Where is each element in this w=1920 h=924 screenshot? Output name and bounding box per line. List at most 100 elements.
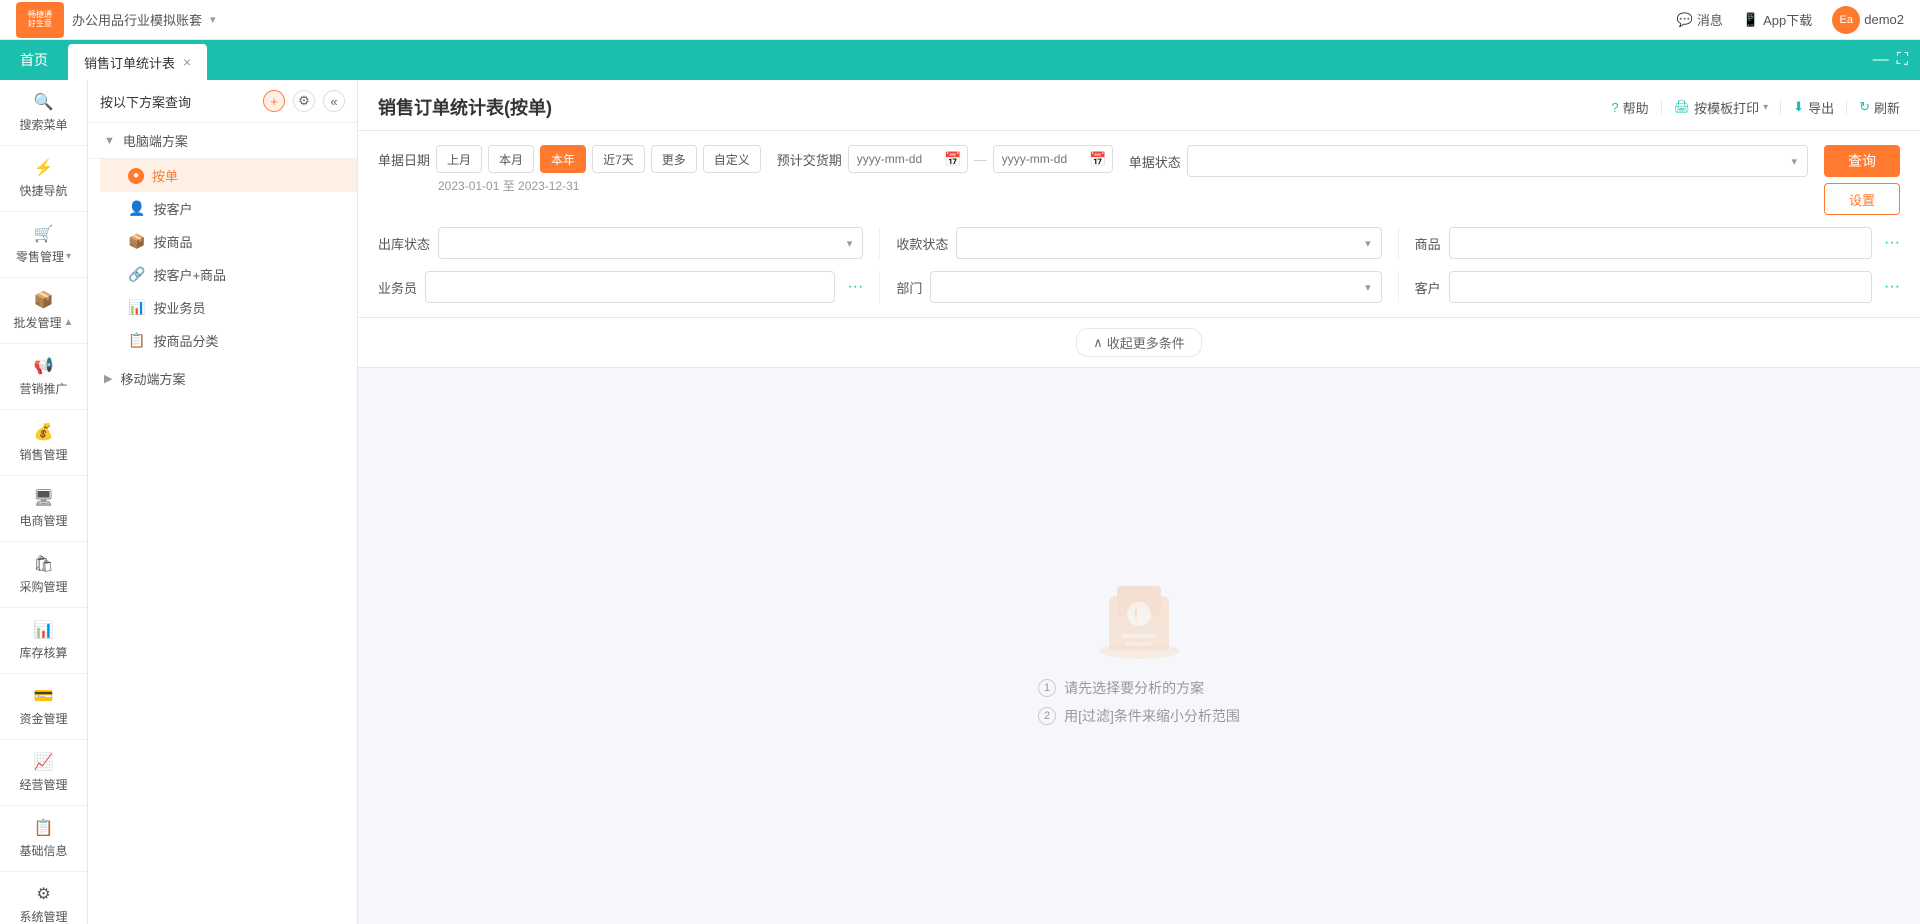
dept-arrow-icon: ▾	[1365, 281, 1371, 294]
biz-mgmt-icon: 📈	[34, 752, 54, 772]
wholesale-mgmt-icon: 📦	[34, 290, 54, 310]
empty-tips: 1 请先选择要分析的方案 2 用[过滤]条件来缩小分析范围	[1038, 678, 1240, 726]
date-filter-buttons: 单据日期 上月 本月 本年 近7天 更多 自定义	[378, 145, 761, 173]
print-arrow-icon: ▾	[1763, 102, 1768, 113]
sidebar-item-purchase[interactable]: 🛍 采购管理	[0, 542, 87, 608]
workspace-name: 办公用品行业模拟账套	[72, 10, 202, 29]
template-print-btn[interactable]: 🖨 按模板打印 ▾	[1674, 98, 1769, 117]
dept-select[interactable]: ▾	[930, 271, 1381, 303]
sidebar-item-quick-nav[interactable]: ⚡ 快捷导航	[0, 146, 87, 212]
filter-section: 单据日期 上月 本月 本年 近7天 更多 自定义 2023-01-01 至 20…	[358, 131, 1920, 318]
more-btn[interactable]: 更多	[651, 145, 697, 173]
customer-label: 客户	[1415, 278, 1441, 297]
sidebar-item-finance[interactable]: 💳 资金管理	[0, 674, 87, 740]
by-order-label: 按单	[152, 166, 178, 185]
tree-mobile-section[interactable]: ▶ 移动端方案	[88, 361, 357, 396]
mobile-section-expand-icon: ▶	[104, 372, 112, 385]
sidebar-item-ecommerce[interactable]: 🖥 电商管理	[0, 476, 87, 542]
salesperson-group: 业务员 ···	[378, 271, 880, 303]
message-btn[interactable]: 💬 消息	[1677, 10, 1723, 29]
filter-row3: 业务员 ··· 部门 ▾ 客户 ···	[378, 271, 1900, 303]
divider3	[1846, 100, 1847, 114]
salesperson-more-icon[interactable]: ···	[847, 278, 863, 296]
sidebar-item-search-menu[interactable]: 🔍 搜索菜单	[0, 80, 87, 146]
left-panel-header: 按以下方案查询 + ⚙ «	[88, 80, 357, 123]
quick-nav-icon: ⚡	[34, 158, 54, 178]
setting-scheme-btn[interactable]: ⚙	[293, 90, 315, 112]
filter-row1: 单据日期 上月 本月 本年 近7天 更多 自定义 2023-01-01 至 20…	[378, 145, 1900, 215]
tab-home[interactable]: 首页	[0, 40, 68, 80]
refresh-btn[interactable]: ↻ 刷新	[1859, 98, 1900, 117]
this-month-btn[interactable]: 本月	[488, 145, 534, 173]
tree-child-by-customer[interactable]: 👤 按客户	[100, 192, 357, 225]
empty-illustration: !	[1079, 566, 1199, 666]
logo: 畅捷通 好生意	[16, 2, 64, 38]
last-7days-btn[interactable]: 近7天	[592, 145, 645, 173]
tree-child-by-product-cat[interactable]: 📋 按商品分类	[100, 324, 357, 357]
calendar-end-icon: 📅	[1089, 151, 1106, 168]
svg-text:!: !	[1134, 606, 1138, 622]
date-label: 单据日期	[378, 150, 430, 169]
sys-mgmt-icon: ⚙	[36, 884, 50, 904]
this-year-btn[interactable]: 本年	[540, 145, 586, 173]
workspace-arrow-icon[interactable]: ▾	[210, 13, 216, 26]
export-btn[interactable]: ⬇ 导出	[1793, 98, 1834, 117]
payment-status-select[interactable]: ▾	[956, 227, 1381, 259]
by-product-icon: 📦	[128, 233, 145, 250]
minimize-btn[interactable]: —	[1873, 51, 1889, 69]
salesperson-input[interactable]	[425, 271, 835, 303]
by-customer-icon: 👤	[128, 200, 145, 217]
last-month-btn[interactable]: 上月	[436, 145, 482, 173]
right-panel: 销售订单统计表(按单) ? 帮助 🖨 按模板打印 ▾ ⬇	[358, 80, 1920, 924]
by-product-cat-label: 按商品分类	[153, 331, 218, 350]
tab-close-icon[interactable]: ×	[183, 54, 191, 70]
sidebar-item-marketing[interactable]: 📢 营销推广	[0, 344, 87, 410]
sidebar-item-inventory[interactable]: 📊 库存核算	[0, 608, 87, 674]
sidebar-item-wholesale-mgmt[interactable]: 📦 批发管理 ▲	[0, 278, 87, 344]
sidebar-item-basic-info[interactable]: 📋 基础信息	[0, 806, 87, 872]
customer-input[interactable]	[1449, 271, 1872, 303]
ship-status-select[interactable]: ▾	[438, 227, 863, 259]
tree-child-by-order[interactable]: ● 按单	[100, 159, 357, 192]
app-download-btn[interactable]: 📱 App下载	[1743, 10, 1812, 29]
sidebar-item-biz-mgmt[interactable]: 📈 经营管理	[0, 740, 87, 806]
sidebar-item-sys-mgmt[interactable]: ⚙ 系统管理	[0, 872, 87, 924]
expected-date-group: 预计交货期 📅 — 📅	[777, 145, 1113, 173]
tab-active[interactable]: 销售订单统计表 ×	[68, 44, 207, 80]
tree-child-by-product[interactable]: 📦 按商品	[100, 225, 357, 258]
query-btn[interactable]: 查询	[1824, 145, 1900, 177]
date-separator: —	[974, 152, 987, 167]
help-btn[interactable]: ? 帮助	[1611, 98, 1648, 117]
product-label: 商品	[1415, 234, 1441, 253]
main-layout: 🔍 搜索菜单 ⚡ 快捷导航 🛒 零售管理 ▾ 📦 批发管理 ▲ 📢 营销推广	[0, 80, 1920, 924]
by-product-label: 按商品	[153, 232, 192, 251]
empty-tip2: 2 用[过滤]条件来缩小分析范围	[1038, 706, 1240, 726]
collapse-conditions-btn[interactable]: ∧ 收起更多条件	[1076, 328, 1202, 357]
tabbar: 首页 销售订单统计表 × — ⛶	[0, 40, 1920, 80]
collapse-panel-btn[interactable]: «	[323, 90, 345, 112]
left-panel: 按以下方案查询 + ⚙ « ▼ 电脑端方案 ● 按单 👤 按客户	[88, 80, 358, 924]
status-select[interactable]: ▾	[1187, 145, 1808, 177]
settings-btn[interactable]: 设置	[1824, 183, 1900, 215]
payment-status-arrow-icon: ▾	[1365, 237, 1371, 250]
add-scheme-btn[interactable]: +	[263, 90, 285, 112]
page-actions: ? 帮助 🖨 按模板打印 ▾ ⬇ 导出	[1611, 98, 1900, 117]
dept-group: 部门 ▾	[880, 271, 1398, 303]
tree-child-by-salesperson[interactable]: 📊 按业务员	[100, 291, 357, 324]
sidebar-item-sales-mgmt[interactable]: 💰 销售管理	[0, 410, 87, 476]
marketing-icon: 📢	[34, 356, 54, 376]
user-info[interactable]: Ea demo2	[1832, 6, 1904, 34]
expand-btn[interactable]: ⛶	[1897, 51, 1908, 69]
tip-num1: 1	[1038, 679, 1056, 697]
avatar: Ea	[1832, 6, 1860, 34]
custom-btn[interactable]: 自定义	[703, 145, 761, 173]
sidebar-item-retail-mgmt[interactable]: 🛒 零售管理 ▾	[0, 212, 87, 278]
tree-pc-section[interactable]: ▼ 电脑端方案	[88, 123, 357, 159]
topbar-right: 💬 消息 📱 App下载 Ea demo2	[1677, 6, 1904, 34]
tree-child-by-cust-prod[interactable]: 🔗 按客户+商品	[100, 258, 357, 291]
product-more-icon[interactable]: ···	[1884, 234, 1900, 252]
print-icon: 🖨	[1674, 99, 1691, 115]
customer-more-icon[interactable]: ···	[1884, 278, 1900, 296]
product-input[interactable]	[1449, 227, 1872, 259]
calendar-start-icon: 📅	[944, 151, 961, 168]
